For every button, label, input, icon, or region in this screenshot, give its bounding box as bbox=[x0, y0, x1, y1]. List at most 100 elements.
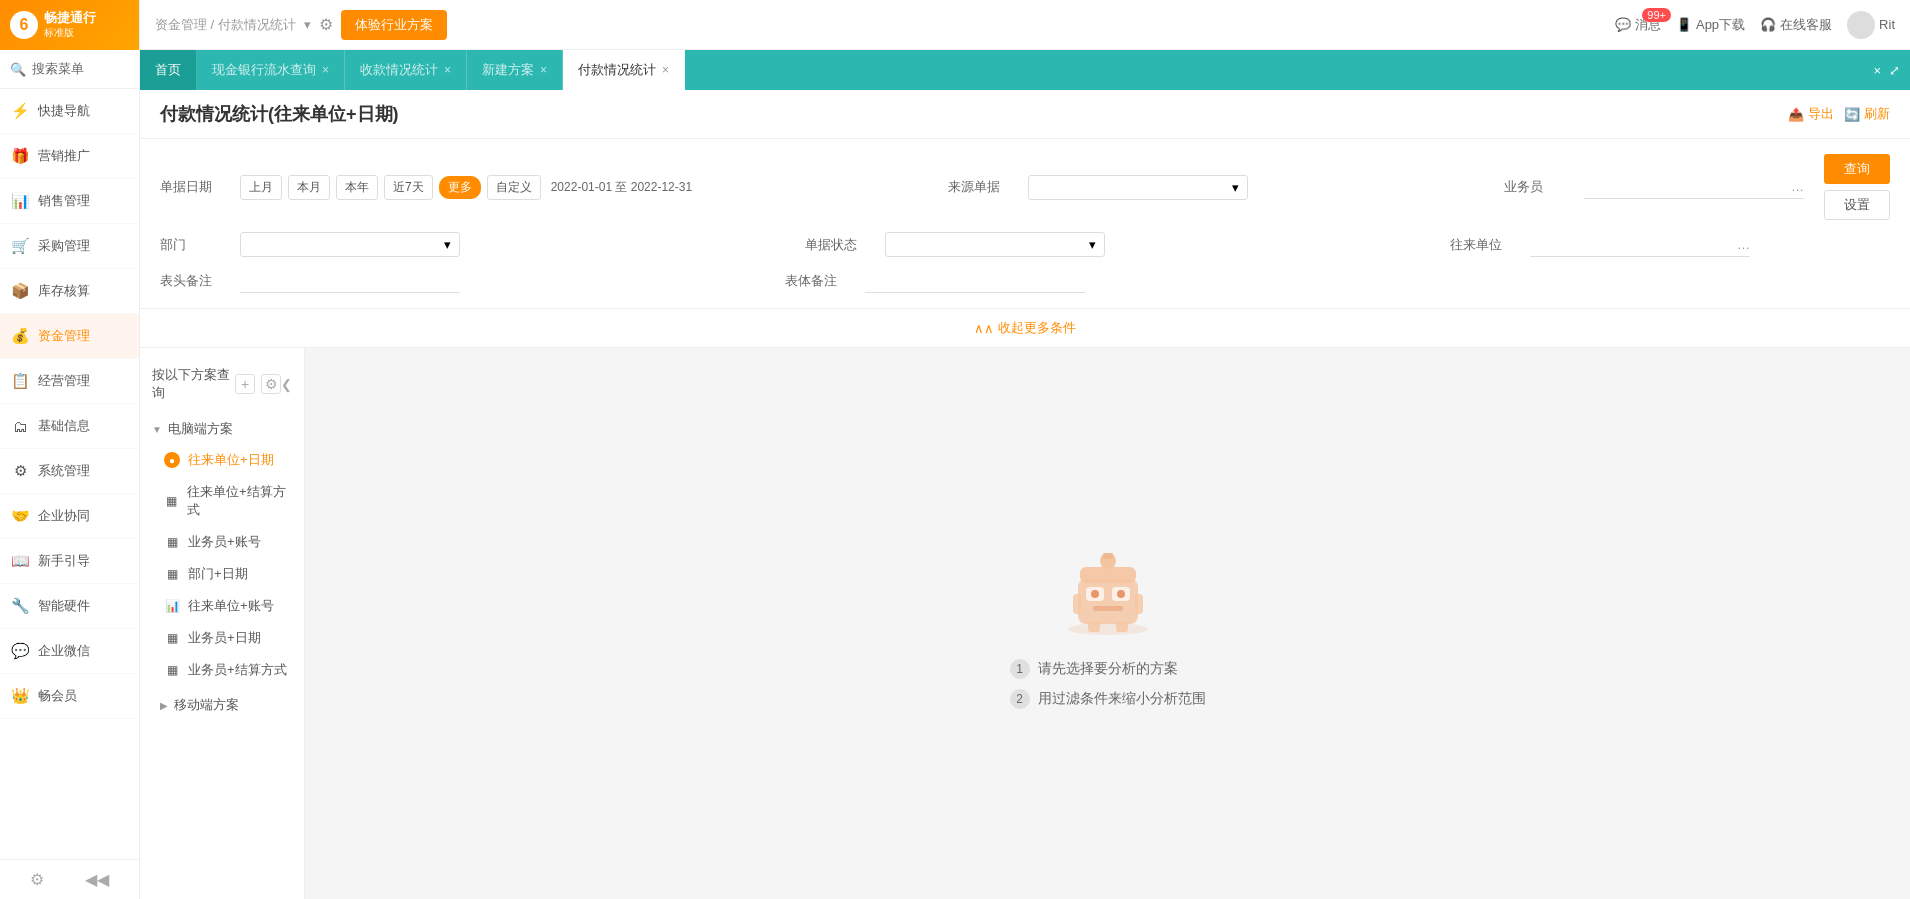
sidebar-item-label: 经营管理 bbox=[38, 372, 90, 390]
footer-collapse-icon[interactable]: ◀◀ bbox=[85, 870, 109, 889]
scheme-table-icon: ▦ bbox=[164, 566, 180, 582]
user-avatar-area[interactable]: Rit bbox=[1847, 11, 1895, 39]
scheme-item-unit-date[interactable]: ● 往来单位+日期 bbox=[140, 444, 304, 476]
sidebar-item-member[interactable]: 👑 畅会员 bbox=[0, 674, 139, 719]
scheme-item-salesman-payment[interactable]: ▦ 业务员+结算方式 bbox=[140, 654, 304, 686]
mobile-group-label: 移动端方案 bbox=[174, 696, 239, 714]
salesman-input[interactable]: … bbox=[1584, 175, 1804, 199]
status-select-arrow: ▾ bbox=[1089, 237, 1096, 252]
status-select[interactable]: ▾ bbox=[885, 232, 1105, 257]
dept-label: 部门 bbox=[160, 236, 220, 254]
search-label: 搜索菜单 bbox=[32, 60, 84, 78]
sidebar-item-label: 系统管理 bbox=[38, 462, 90, 480]
svg-rect-10 bbox=[1116, 622, 1128, 632]
marketing-icon: 🎁 bbox=[10, 146, 30, 166]
empty-state: 1 请先选择要分析的方案 2 用过滤条件来缩小分析范围 bbox=[1010, 539, 1206, 709]
sidebar-item-capital[interactable]: 💰 资金管理 bbox=[0, 314, 139, 359]
tab-new-scheme[interactable]: 新建方案 × bbox=[467, 50, 563, 90]
tab-close-all-icon[interactable]: × bbox=[1873, 63, 1881, 78]
sidebar-item-marketing[interactable]: 🎁 营销推广 bbox=[0, 134, 139, 179]
settings-button[interactable]: 设置 bbox=[1824, 190, 1890, 220]
tab-home[interactable]: 首页 bbox=[140, 50, 197, 90]
scheme-item-unit-payment[interactable]: ▦ 往来单位+结算方式 bbox=[140, 476, 304, 526]
scheme-table-icon: ▦ bbox=[164, 630, 180, 646]
scheme-item-salesman-date[interactable]: ▦ 业务员+日期 bbox=[140, 622, 304, 654]
tab-home-label: 首页 bbox=[155, 61, 181, 79]
add-scheme-button[interactable]: + bbox=[235, 374, 255, 394]
dept-select[interactable]: ▾ bbox=[240, 232, 460, 257]
header-left: 资金管理 / 付款情况统计 ▾ ⚙ 体验行业方案 bbox=[155, 10, 1605, 40]
date-btn-7days[interactable]: 近7天 bbox=[384, 175, 433, 200]
sidebar-nav: ⚡ 快捷导航 🎁 营销推广 📊 销售管理 🛒 采购管理 📦 库存核算 💰 资金管… bbox=[0, 89, 139, 859]
basic-icon: 🗂 bbox=[10, 416, 30, 436]
scheme-settings-button[interactable]: ⚙ bbox=[261, 374, 281, 394]
sidebar-item-system[interactable]: ⚙ 系统管理 bbox=[0, 449, 139, 494]
sidebar-header: 6 畅捷通行 标准版 bbox=[0, 0, 139, 50]
empty-illustration bbox=[1048, 539, 1168, 639]
svg-point-5 bbox=[1117, 590, 1125, 598]
scheme-label: 业务员+结算方式 bbox=[188, 661, 287, 679]
tip-text-2: 用过滤条件来缩小分析范围 bbox=[1038, 690, 1206, 708]
date-btn-custom[interactable]: 自定义 bbox=[487, 175, 541, 200]
breadcrumb-dropdown-icon[interactable]: ▾ bbox=[304, 17, 311, 32]
sidebar-item-corp[interactable]: 🤝 企业协同 bbox=[0, 494, 139, 539]
sidebar-item-hardware[interactable]: 🔧 智能硬件 bbox=[0, 584, 139, 629]
sidebar-item-label: 畅会员 bbox=[38, 687, 77, 705]
sidebar-item-basic[interactable]: 🗂 基础信息 bbox=[0, 404, 139, 449]
sidebar-item-purchase[interactable]: 🛒 采购管理 bbox=[0, 224, 139, 269]
logo-name: 畅捷通行 bbox=[44, 10, 96, 26]
tab-bank-flow[interactable]: 现金银行流水查询 × bbox=[197, 50, 345, 90]
corp-icon: 🤝 bbox=[10, 506, 30, 526]
tab-payment-close[interactable]: × bbox=[662, 63, 669, 77]
header-settings-icon[interactable]: ⚙ bbox=[319, 15, 333, 34]
scheme-item-unit-account[interactable]: 📊 往来单位+账号 bbox=[140, 590, 304, 622]
mobile-group-header[interactable]: ▶ 移动端方案 bbox=[140, 690, 304, 720]
sidebar-search[interactable]: 🔍 搜索菜单 bbox=[0, 50, 139, 89]
sidebar-item-sales[interactable]: 📊 销售管理 bbox=[0, 179, 139, 224]
sidebar-item-guide[interactable]: 📖 新手引导 bbox=[0, 539, 139, 584]
date-filter-label: 单据日期 bbox=[160, 178, 220, 196]
sidebar-item-operation[interactable]: 📋 经营管理 bbox=[0, 359, 139, 404]
date-btn-this-year[interactable]: 本年 bbox=[336, 175, 378, 200]
tab-fullscreen-icon[interactable]: ⤢ bbox=[1889, 63, 1900, 78]
desktop-group-header[interactable]: ▼ 电脑端方案 bbox=[140, 414, 304, 444]
sidebar-item-inventory[interactable]: 📦 库存核算 bbox=[0, 269, 139, 314]
scheme-label: 业务员+日期 bbox=[188, 629, 261, 647]
header-right: 💬 消息 99+ 📱 App下载 🎧 在线客服 Rit bbox=[1615, 11, 1895, 39]
app-download-button[interactable]: 📱 App下载 bbox=[1676, 16, 1745, 34]
online-service-button[interactable]: 🎧 在线客服 bbox=[1760, 16, 1832, 34]
tab-payment[interactable]: 付款情况统计 × bbox=[563, 50, 685, 90]
body-note-input[interactable] bbox=[865, 269, 1085, 293]
tab-collection[interactable]: 收款情况统计 × bbox=[345, 50, 467, 90]
header-note-input[interactable] bbox=[240, 269, 460, 293]
trial-button[interactable]: 体验行业方案 bbox=[341, 10, 447, 40]
date-btn-this-month[interactable]: 本月 bbox=[288, 175, 330, 200]
scheme-item-salesman-account[interactable]: ▦ 业务员+账号 bbox=[140, 526, 304, 558]
source-select[interactable]: ▾ bbox=[1028, 175, 1248, 200]
export-button[interactable]: 📤 导出 bbox=[1788, 105, 1834, 123]
export-icon: 📤 bbox=[1788, 107, 1804, 122]
date-btn-more[interactable]: 更多 bbox=[439, 176, 481, 199]
tab-bar: 首页 现金银行流水查询 × 收款情况统计 × 新建方案 × 付款情况统计 × ×… bbox=[140, 50, 1910, 90]
panel-header: 按以下方案查询 + ⚙ ❮ bbox=[140, 358, 304, 410]
user-name: Rit bbox=[1879, 17, 1895, 32]
query-button[interactable]: 查询 bbox=[1824, 154, 1890, 184]
tab-collection-close[interactable]: × bbox=[444, 63, 451, 77]
counterparty-input[interactable]: … bbox=[1530, 233, 1750, 257]
collapse-button[interactable]: ∧∧ 收起更多条件 bbox=[974, 319, 1076, 337]
tab-bank-flow-close[interactable]: × bbox=[322, 63, 329, 77]
messages-badge: 99+ bbox=[1642, 8, 1671, 22]
svg-point-4 bbox=[1091, 590, 1099, 598]
service-label: 在线客服 bbox=[1780, 16, 1832, 34]
panel-collapse-button[interactable]: ❮ bbox=[281, 377, 292, 392]
tab-new-scheme-close[interactable]: × bbox=[540, 63, 547, 77]
messages-button[interactable]: 💬 消息 99+ bbox=[1615, 16, 1661, 34]
sidebar-item-wechat[interactable]: 💬 企业微信 bbox=[0, 629, 139, 674]
dept-select-arrow: ▾ bbox=[444, 237, 451, 252]
footer-settings-icon[interactable]: ⚙ bbox=[30, 870, 44, 889]
scheme-item-dept-date[interactable]: ▦ 部门+日期 bbox=[140, 558, 304, 590]
refresh-button[interactable]: 🔄 刷新 bbox=[1844, 105, 1890, 123]
date-btn-last-month[interactable]: 上月 bbox=[240, 175, 282, 200]
sidebar-item-quick-nav[interactable]: ⚡ 快捷导航 bbox=[0, 89, 139, 134]
mobile-group-arrow: ▶ bbox=[160, 700, 168, 711]
